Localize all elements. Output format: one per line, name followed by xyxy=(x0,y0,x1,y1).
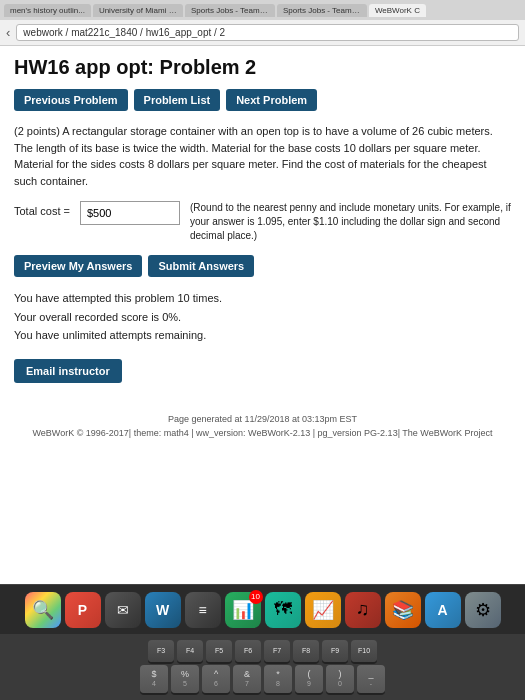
address-bar[interactable]: webwork / mat221c_1840 / hw16_app_opt / … xyxy=(16,24,519,41)
answer-label: Total cost = xyxy=(14,201,70,217)
key-f5[interactable]: F5 xyxy=(206,640,232,662)
attempt-line3: You have unlimited attempts remaining. xyxy=(14,326,511,345)
action-row: Preview My Answers Submit Answers xyxy=(14,255,511,277)
problem-list-button[interactable]: Problem List xyxy=(134,89,221,111)
key-minus[interactable]: _- xyxy=(357,665,385,693)
answer-row: Total cost = (Round to the nearest penny… xyxy=(14,201,511,243)
attempt-info: You have attempted this problem 10 times… xyxy=(14,289,511,345)
back-button[interactable]: ‹ xyxy=(6,25,10,40)
footer: Page generated at 11/29/2018 at 03:13pm … xyxy=(14,413,511,440)
next-problem-button[interactable]: Next Problem xyxy=(226,89,317,111)
key-4[interactable]: $4 xyxy=(140,665,168,693)
browser-tabs: men's history outlin... University of Mi… xyxy=(0,0,525,20)
dock-badge-charts: 10 xyxy=(249,590,263,604)
key-f8[interactable]: F8 xyxy=(293,640,319,662)
key-f3[interactable]: F3 xyxy=(148,640,174,662)
key-9[interactable]: (9 xyxy=(295,665,323,693)
attempt-line2: Your overall recorded score is 0%. xyxy=(14,308,511,327)
dock-icon-word[interactable]: W xyxy=(145,592,181,628)
key-8[interactable]: *8 xyxy=(264,665,292,693)
dock-icon-maps[interactable]: 🗺 xyxy=(265,592,301,628)
key-5[interactable]: %5 xyxy=(171,665,199,693)
dock-icon-music[interactable]: ♫ xyxy=(345,592,381,628)
key-f10[interactable]: F10 xyxy=(351,640,377,662)
footer-line1: Page generated at 11/29/2018 at 03:13pm … xyxy=(14,413,511,427)
key-f4[interactable]: F4 xyxy=(177,640,203,662)
answer-input[interactable] xyxy=(80,201,180,225)
dock-icon-mail[interactable]: ✉ xyxy=(105,592,141,628)
problem-text: (2 points) A rectangular storage contain… xyxy=(14,123,511,189)
dock-icon-powerpoint[interactable]: P xyxy=(65,592,101,628)
fn-key-row: F3 F4 F5 F6 F7 F8 F9 F10 xyxy=(4,640,521,662)
tab-5-active[interactable]: WeBWorK C xyxy=(369,4,426,17)
key-f6[interactable]: F6 xyxy=(235,640,261,662)
email-instructor-button[interactable]: Email instructor xyxy=(14,359,122,383)
nav-button-row: Previous Problem Problem List Next Probl… xyxy=(14,89,511,111)
key-f7[interactable]: F7 xyxy=(264,640,290,662)
page-title: HW16 app opt: Problem 2 xyxy=(14,56,511,79)
tab-2[interactable]: University of Miami Depar... xyxy=(93,4,183,17)
tab-3[interactable]: Sports Jobs - TeamWork... xyxy=(185,4,275,17)
preview-answers-button[interactable]: Preview My Answers xyxy=(14,255,142,277)
key-f9[interactable]: F9 xyxy=(322,640,348,662)
footer-line2: WeBWorK © 1996-2017| theme: math4 | ww_v… xyxy=(14,427,511,441)
dock: 🔍 P ✉ W ≡ 📊 10 🗺 📈 ♫ 📚 A ⚙ xyxy=(0,584,525,634)
dock-icon-books[interactable]: 📚 xyxy=(385,592,421,628)
tab-4[interactable]: Sports Jobs - TeamWork... xyxy=(277,4,367,17)
answer-hint: (Round to the nearest penny and include … xyxy=(190,201,511,243)
page-content: HW16 app opt: Problem 2 Previous Problem… xyxy=(0,46,525,584)
dock-icon-finder[interactable]: 🔍 xyxy=(25,592,61,628)
submit-answers-button[interactable]: Submit Answers xyxy=(148,255,254,277)
attempt-line1: You have attempted this problem 10 times… xyxy=(14,289,511,308)
previous-problem-button[interactable]: Previous Problem xyxy=(14,89,128,111)
problem-points: (2 points) xyxy=(14,125,60,137)
dock-icon-settings[interactable]: ⚙ xyxy=(465,592,501,628)
number-key-row: $4 %5 ^6 &7 *8 (9 )0 _- xyxy=(4,665,521,693)
dock-icon-appstore[interactable]: A xyxy=(425,592,461,628)
tab-1[interactable]: men's history outlin... xyxy=(4,4,91,17)
key-6[interactable]: ^6 xyxy=(202,665,230,693)
dock-icon-charts[interactable]: 📊 10 xyxy=(225,592,261,628)
key-0[interactable]: )0 xyxy=(326,665,354,693)
key-7[interactable]: &7 xyxy=(233,665,261,693)
browser-bar: ‹ webwork / mat221c_1840 / hw16_app_opt … xyxy=(0,20,525,46)
problem-description: A rectangular storage container with an … xyxy=(14,125,493,187)
dock-icon-notes[interactable]: ≡ xyxy=(185,592,221,628)
keyboard: F3 F4 F5 F6 F7 F8 F9 F10 $4 %5 ^6 &7 *8 … xyxy=(0,634,525,700)
dock-icon-stocks[interactable]: 📈 xyxy=(305,592,341,628)
